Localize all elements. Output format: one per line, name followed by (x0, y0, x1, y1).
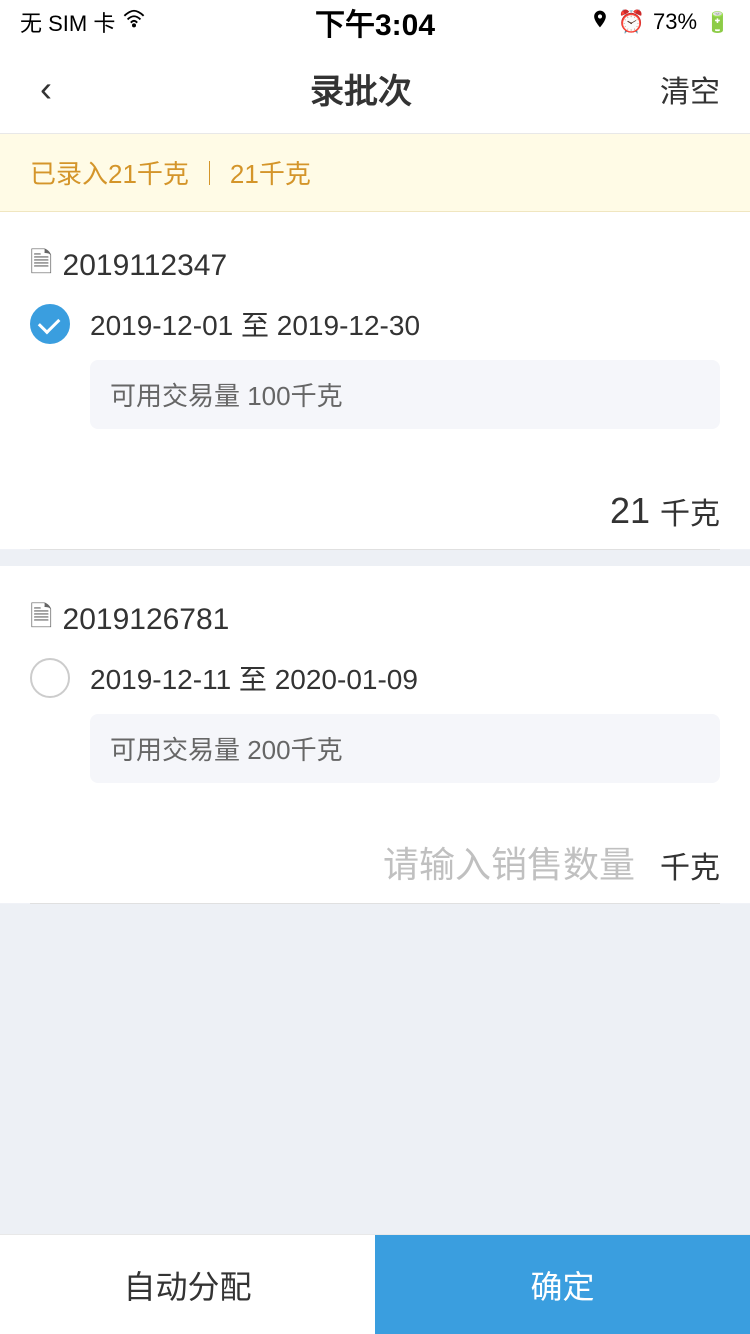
date-range-2: 2019-12-11 至 2020-01-09 (90, 658, 418, 698)
item-id-1: 2019112347 (63, 249, 228, 283)
available-qty-box-1: 可用交易量 100千克 (90, 360, 720, 429)
qty-row-1: 21 千克 (0, 469, 750, 549)
page-title: 录批次 (310, 64, 412, 113)
available-qty-box-2: 可用交易量 200千克 (90, 714, 720, 783)
confirm-button[interactable]: 确定 (375, 1235, 750, 1334)
radio-button-2[interactable] (30, 658, 70, 698)
content-area: 🗎 2019112347 2019-12-01 至 2019-12-30 可用交… (0, 212, 750, 1334)
qty-row-2[interactable]: 千克 (0, 823, 750, 903)
qty-unit-1: 千克 (660, 489, 720, 533)
total-amount: 21千克 (230, 154, 311, 191)
clear-button[interactable]: 清空 (660, 67, 720, 111)
item-card-2: 🗎 2019126781 2019-12-11 至 2020-01-09 可用交… (0, 566, 750, 823)
available-qty-text-1: 可用交易量 100千克 (110, 381, 343, 411)
status-left: 无 SIM 卡 (20, 6, 145, 38)
back-button[interactable]: ‹ (30, 58, 62, 120)
nav-bar: ‹ 录批次 清空 (0, 44, 750, 134)
battery-text: 73% (653, 9, 697, 35)
qty-input-2[interactable] (185, 844, 650, 886)
wifi-icon (123, 8, 145, 36)
item-id-2: 2019126781 (63, 603, 230, 637)
item-header-2: 🗎 2019126781 (30, 596, 720, 644)
document-icon-1: 🗎 (30, 242, 53, 290)
summary-banner: 已录入21千克 21千克 (0, 134, 750, 212)
status-right: ⏰ 73% 🔋 (590, 9, 730, 35)
recorded-amount: 已录入21千克 (30, 154, 189, 191)
date-range-1: 2019-12-01 至 2019-12-30 (90, 304, 420, 344)
alarm-icon: ⏰ (618, 9, 645, 35)
item-card-1: 🗎 2019112347 2019-12-01 至 2019-12-30 可用交… (0, 212, 750, 469)
bottom-buttons: 自动分配 确定 (0, 1234, 750, 1334)
status-bar: 无 SIM 卡 下午3:04 ⏰ 73% 🔋 (0, 0, 750, 44)
item-row-1: 2019-12-01 至 2019-12-30 (30, 304, 720, 344)
carrier-text: 无 SIM 卡 (20, 6, 115, 38)
time-display: 下午3:04 (315, 0, 435, 44)
summary-divider (209, 161, 210, 185)
battery-icon: 🔋 (705, 10, 730, 35)
qty-value-1: 21 (610, 490, 650, 532)
available-qty-text-2: 可用交易量 200千克 (110, 735, 343, 765)
radio-button-1[interactable] (30, 304, 70, 344)
auto-distribute-button[interactable]: 自动分配 (0, 1235, 375, 1334)
item-row-2: 2019-12-11 至 2020-01-09 (30, 658, 720, 698)
section-divider (0, 550, 750, 566)
location-icon (590, 9, 610, 35)
document-icon-2: 🗎 (30, 596, 53, 644)
item-header-1: 🗎 2019112347 (30, 242, 720, 290)
qty-unit-2: 千克 (660, 843, 720, 887)
